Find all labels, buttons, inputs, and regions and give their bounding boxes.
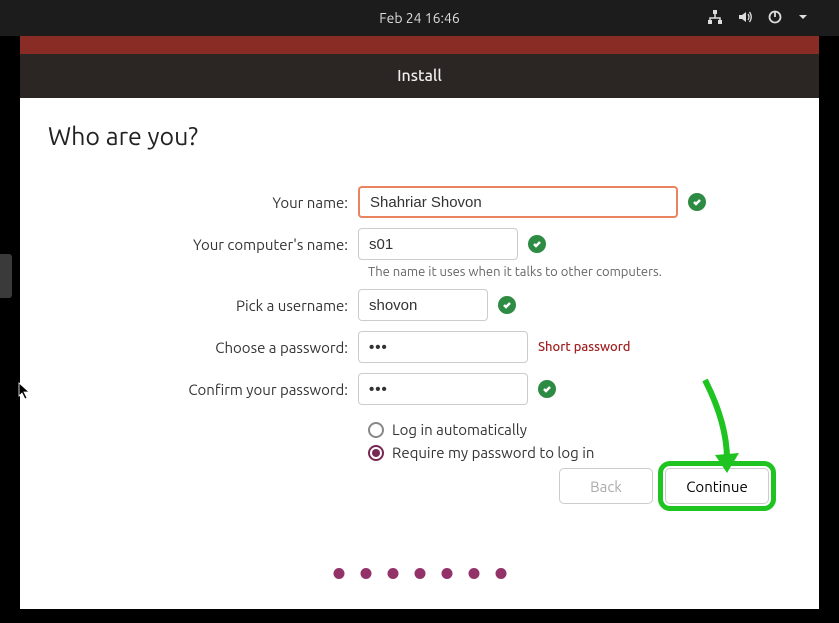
page-title: Who are you?: [48, 122, 791, 150]
password-label: Choose a password:: [48, 339, 358, 356]
login-require-password-label: Require my password to log in: [392, 444, 594, 461]
password-strength: Short password: [538, 340, 631, 354]
progress-dot: [414, 568, 425, 579]
name-label: Your name:: [48, 194, 358, 211]
nav-buttons: Back Continue: [559, 468, 769, 504]
user-form: Your name: Your computer's name: The nam…: [48, 186, 791, 461]
installer-page: Who are you? Your name: Your computer's …: [20, 98, 819, 609]
password-field[interactable]: [358, 331, 528, 363]
progress-dot: [333, 568, 344, 579]
check-icon: [528, 235, 546, 253]
radio-icon: [368, 445, 384, 461]
confirm-password-field[interactable]: [358, 373, 528, 405]
login-require-password-option[interactable]: Require my password to log in: [368, 444, 791, 461]
back-button[interactable]: Back: [559, 468, 653, 504]
login-auto-label: Log in automatically: [392, 421, 527, 438]
progress-dot: [387, 568, 398, 579]
chevron-down-icon[interactable]: [797, 10, 809, 26]
check-icon: [498, 296, 516, 314]
progress-dots: [333, 568, 506, 579]
radio-icon: [368, 422, 384, 438]
volume-icon[interactable]: [737, 9, 753, 28]
power-icon[interactable]: [767, 9, 783, 28]
dock-edge[interactable]: [0, 254, 12, 298]
network-icon[interactable]: [707, 9, 723, 28]
window-accent-band: [20, 36, 819, 54]
window-titlebar: Install: [20, 54, 819, 98]
system-tray[interactable]: [707, 9, 809, 28]
hostname-hint: The name it uses when it talks to other …: [368, 265, 791, 279]
progress-dot: [495, 568, 506, 579]
progress-dot: [441, 568, 452, 579]
confirm-password-label: Confirm your password:: [48, 381, 358, 398]
hostname-label: Your computer's name:: [48, 236, 358, 253]
check-icon: [688, 193, 706, 211]
window-title: Install: [397, 67, 442, 85]
login-auto-option[interactable]: Log in automatically: [368, 421, 791, 438]
username-label: Pick a username:: [48, 297, 358, 314]
continue-button[interactable]: Continue: [665, 468, 769, 504]
progress-dot: [468, 568, 479, 579]
top-panel: Feb 24 16:46: [0, 0, 839, 36]
hostname-field[interactable]: [358, 228, 518, 260]
clock[interactable]: Feb 24 16:46: [379, 10, 460, 26]
name-field[interactable]: [358, 186, 678, 218]
username-field[interactable]: [358, 289, 488, 321]
check-icon: [538, 380, 556, 398]
progress-dot: [360, 568, 371, 579]
